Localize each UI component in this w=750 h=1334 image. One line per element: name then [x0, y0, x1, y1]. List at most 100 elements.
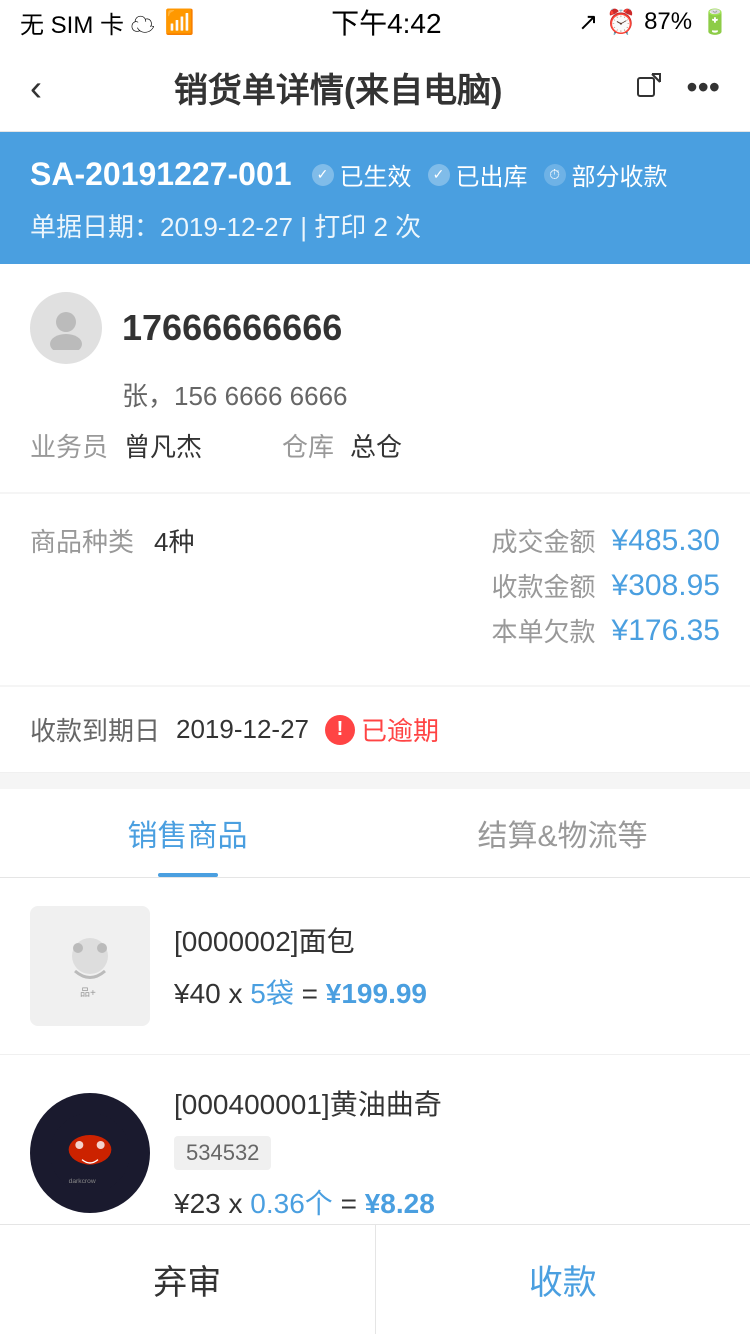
check-icon-1: ✓: [312, 164, 334, 186]
staff-label: 业务员: [30, 427, 108, 464]
tab-products-label: 销售商品: [128, 811, 248, 855]
badge-partial: ⏱ 部分收款: [544, 157, 668, 192]
badge-effective: ✓ 已生效: [312, 157, 412, 192]
order-id: SA-20191227-001: [30, 156, 292, 193]
badge-effective-label: 已生效: [340, 157, 412, 192]
confirm-label: 收款: [529, 1255, 597, 1304]
badge-shipped: ✓ 已出库: [428, 157, 528, 192]
page-title: 销货单详情(来自电脑): [174, 63, 503, 112]
order-meta: 单据日期：2019-12-27 | 打印 2 次: [30, 207, 720, 244]
product-unit-price-1: ¥23: [174, 1188, 221, 1219]
order-header-top: SA-20191227-001 ✓ 已生效 ✓ 已出库 ⏱ 部分收款: [30, 156, 720, 193]
summary-right: 成交金额 ¥485.30 收款金额 ¥308.95 本单欠款 ¥176.35: [492, 522, 720, 657]
product-batch-1: 534532: [174, 1136, 271, 1170]
product-total-1: ¥8.28: [365, 1188, 435, 1219]
warehouse-item: 仓库 总仓: [282, 427, 402, 464]
product-types-label: 商品种类: [30, 522, 134, 559]
product-multiply-0: x: [229, 978, 251, 1009]
staff-value: 曾凡杰: [124, 427, 202, 464]
product-unit-price-0: ¥40: [174, 978, 221, 1009]
amount-label-1: 收款金额: [492, 567, 596, 604]
warehouse-value: 总仓: [350, 427, 402, 464]
clock-icon: ⏱: [544, 164, 566, 186]
amount-value-2: ¥176.35: [612, 614, 720, 648]
product-equals-0: =: [302, 978, 326, 1009]
product-name-0: [0000002]面包: [174, 920, 720, 960]
more-icon[interactable]: •••: [686, 69, 720, 106]
sim-label: 无 SIM 卡 ☁: [20, 5, 155, 40]
customer-row: 17666666666: [30, 292, 720, 364]
product-total-0: ¥199.99: [326, 978, 427, 1009]
tab-products[interactable]: 销售商品: [0, 789, 375, 877]
badge-shipped-label: 已出库: [456, 157, 528, 192]
overdue-badge: ! 已逾期: [325, 711, 439, 748]
customer-info: 张，156 6666 6666: [30, 376, 720, 413]
battery-level: 87%: [644, 8, 692, 36]
amount-value-0: ¥485.30: [612, 524, 720, 558]
tab-settlement[interactable]: 结算&物流等: [375, 789, 750, 877]
summary-section: 商品种类 4种 成交金额 ¥485.30 收款金额 ¥308.95 本单欠款 ¥…: [0, 494, 750, 685]
product-info-0: [0000002]面包 ¥40 x 5袋 = ¥199.99: [174, 920, 720, 1012]
product-multiply-1: x: [229, 1188, 251, 1219]
product-name-1: [000400001]黄油曲奇: [174, 1083, 720, 1123]
amount-item-2: 本单欠款 ¥176.35: [492, 612, 720, 649]
product-equals-1: =: [341, 1188, 365, 1219]
product-item-0: 品+ [0000002]面包 ¥40 x 5袋 = ¥199.99: [0, 878, 750, 1055]
products-section: 品+ [0000002]面包 ¥40 x 5袋 = ¥199.99: [0, 878, 750, 1251]
badge-partial-label: 部分收款: [572, 157, 668, 192]
summary-left: 商品种类 4种: [30, 522, 194, 563]
tab-settlement-label: 结算&物流等: [477, 811, 647, 855]
order-header: SA-20191227-001 ✓ 已生效 ✓ 已出库 ⏱ 部分收款 单据日期：…: [0, 132, 750, 264]
battery-icon: 🔋: [700, 8, 730, 37]
amount-label-0: 成交金额: [492, 522, 596, 559]
bottom-bar: 弃审 收款: [0, 1224, 750, 1334]
alarm-icon: ⏰: [606, 8, 636, 37]
product-price-0: ¥40 x 5袋 = ¥199.99: [174, 972, 720, 1012]
customer-section: 17666666666 张，156 6666 6666 业务员 曾凡杰 仓库 总…: [0, 264, 750, 492]
svg-text:品+: 品+: [80, 987, 96, 999]
amount-item-0: 成交金额 ¥485.30: [492, 522, 720, 559]
status-bar: 无 SIM 卡 ☁ 📶 下午4:42 ↗ ⏰ 87% 🔋: [0, 0, 750, 44]
status-badges: ✓ 已生效 ✓ 已出库 ⏱ 部分收款: [312, 157, 668, 192]
overdue-text: 已逾期: [361, 711, 439, 748]
product-thumb-1: darkcrow: [30, 1093, 150, 1213]
confirm-button[interactable]: 收款: [376, 1225, 750, 1334]
check-icon-2: ✓: [428, 164, 450, 186]
location-icon: ↗: [578, 8, 598, 37]
amount-item-1: 收款金额 ¥308.95: [492, 567, 720, 604]
warehouse-label: 仓库: [282, 427, 334, 464]
share-icon[interactable]: [634, 68, 666, 108]
status-right: ↗ ⏰ 87% 🔋: [578, 8, 730, 37]
due-label: 收款到期日: [30, 711, 160, 748]
status-time: 下午4:42: [331, 2, 442, 42]
cancel-label: 弃审: [153, 1255, 221, 1304]
amount-label-2: 本单欠款: [492, 612, 596, 649]
amount-value-1: ¥308.95: [612, 569, 720, 603]
nav-actions: •••: [634, 68, 720, 108]
back-button[interactable]: ‹: [30, 67, 42, 109]
product-item-1: darkcrow [000400001]黄油曲奇 534532 ¥23 x 0.…: [0, 1055, 750, 1251]
order-date: 单据日期：2019-12-27: [30, 212, 293, 242]
product-thumb-0: 品+: [30, 906, 150, 1026]
wifi-icon: 📶: [165, 8, 195, 37]
product-types-value: 4种: [154, 522, 194, 559]
product-quantity-1: 0.36个: [250, 1188, 333, 1219]
due-date-value: 2019-12-27: [176, 714, 309, 745]
overdue-icon: !: [325, 715, 355, 745]
nav-bar: ‹ 销货单详情(来自电脑) •••: [0, 44, 750, 132]
svg-text:darkcrow: darkcrow: [69, 1178, 96, 1185]
product-price-1: ¥23 x 0.36个 = ¥8.28: [174, 1182, 720, 1222]
cancel-button[interactable]: 弃审: [0, 1225, 376, 1334]
avatar: [30, 292, 102, 364]
product-quantity-0: 5袋: [250, 978, 294, 1009]
tabs-section: 销售商品 结算&物流等: [0, 789, 750, 878]
customer-details: 业务员 曾凡杰 仓库 总仓: [30, 427, 720, 464]
order-divider: |: [300, 212, 314, 242]
status-left: 无 SIM 卡 ☁ 📶: [20, 5, 195, 40]
order-print: 打印 2 次: [314, 212, 421, 242]
due-section: 收款到期日 2019-12-27 ! 已逾期: [0, 687, 750, 773]
staff-item: 业务员 曾凡杰: [30, 427, 202, 464]
product-types-item: 商品种类 4种: [30, 522, 194, 559]
customer-phone: 17666666666: [122, 307, 342, 349]
product-info-1: [000400001]黄油曲奇 534532 ¥23 x 0.36个 = ¥8.…: [174, 1083, 720, 1222]
